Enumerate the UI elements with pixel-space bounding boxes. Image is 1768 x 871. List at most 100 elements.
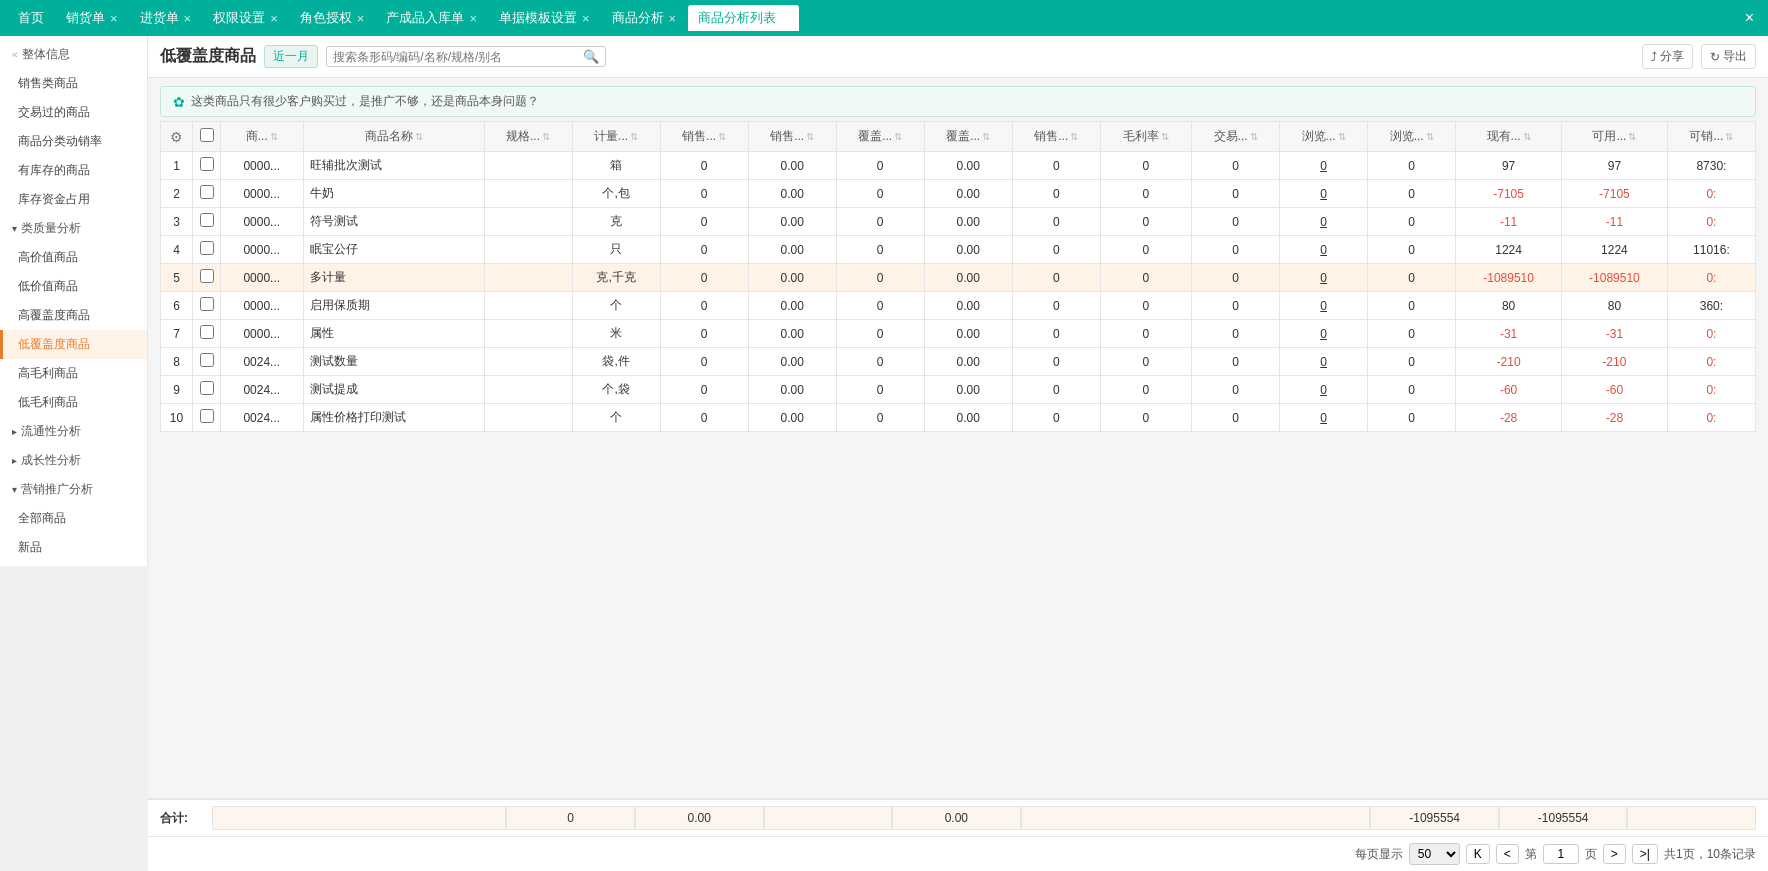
view1-link[interactable]: 0 xyxy=(1320,215,1327,229)
row-checkbox[interactable] xyxy=(200,269,214,283)
search-input[interactable] xyxy=(333,50,583,64)
close-purchase-tab[interactable]: × xyxy=(184,11,192,26)
row-checkbox[interactable] xyxy=(200,213,214,227)
table-container[interactable]: ⚙ 商...⇅ 商品名称⇅ 规格...⇅ 计量...⇅ 销售...⇅ 销售...… xyxy=(160,121,1756,798)
nav-home[interactable]: 首页 xyxy=(8,5,54,31)
nav-permission[interactable]: 权限设置× xyxy=(203,5,288,31)
first-page-btn[interactable]: K xyxy=(1466,844,1490,864)
sidebar-item-new-goods[interactable]: 新品 xyxy=(0,533,147,562)
cell-view1[interactable]: 0 xyxy=(1280,208,1368,236)
view1-link[interactable]: 0 xyxy=(1320,299,1327,313)
sidebar-item-inventory-capital[interactable]: 库存资金占用 xyxy=(0,185,147,214)
prev-page-btn[interactable]: < xyxy=(1496,844,1519,864)
cell-view1[interactable]: 0 xyxy=(1280,264,1368,292)
cell-checkbox[interactable] xyxy=(193,376,221,404)
next-page-btn[interactable]: > xyxy=(1603,844,1626,864)
sidebar-item-high-value[interactable]: 高价值商品 xyxy=(0,243,147,272)
sidebar-flow-section[interactable]: ▸ 流通性分析 xyxy=(0,417,147,446)
cell-checkbox[interactable] xyxy=(193,152,221,180)
view1-link[interactable]: 0 xyxy=(1320,271,1327,285)
cell-view1[interactable]: 0 xyxy=(1280,152,1368,180)
sidebar-item-category-rate[interactable]: 商品分类动销率 xyxy=(0,127,147,156)
cell-checkbox[interactable] xyxy=(193,180,221,208)
sidebar-quality-section[interactable]: ▾ 类质量分析 xyxy=(0,214,147,243)
sidebar-item-low-coverage[interactable]: 低覆盖度商品 xyxy=(0,330,147,359)
cell-checkbox[interactable] xyxy=(193,320,221,348)
close-all-tabs[interactable]: × xyxy=(1739,9,1760,27)
export-btn[interactable]: ↻ 导出 xyxy=(1701,44,1756,69)
view1-link[interactable]: 0 xyxy=(1320,411,1327,425)
row-checkbox[interactable] xyxy=(200,297,214,311)
nav-sales[interactable]: 销货单× xyxy=(56,5,128,31)
close-goods-analysis-tab[interactable]: × xyxy=(669,11,677,26)
cell-checkbox[interactable] xyxy=(193,208,221,236)
col-settings[interactable]: ⚙ xyxy=(161,122,193,152)
row-checkbox[interactable] xyxy=(200,381,214,395)
nav-goods-analysis[interactable]: 商品分析× xyxy=(602,5,687,31)
cell-code: 0000... xyxy=(221,320,304,348)
close-role-tab[interactable]: × xyxy=(357,11,365,26)
cell-view1[interactable]: 0 xyxy=(1280,320,1368,348)
close-permission-tab[interactable]: × xyxy=(270,11,278,26)
nav-finished-goods[interactable]: 产成品入库单× xyxy=(376,5,487,31)
row-checkbox[interactable] xyxy=(200,409,214,423)
sidebar-overall-section[interactable]: « 整体信息 xyxy=(0,40,147,69)
total-stock1: -1095554 xyxy=(1370,806,1499,830)
close-goods-list-tab[interactable]: × xyxy=(781,11,789,26)
sidebar-item-low-profit[interactable]: 低毛利商品 xyxy=(0,388,147,417)
page-size-select[interactable]: 50 20 100 xyxy=(1409,843,1460,865)
view1-link[interactable]: 0 xyxy=(1320,327,1327,341)
nav-goods-analysis-list[interactable]: 商品分析列表× xyxy=(688,5,799,31)
row-checkbox[interactable] xyxy=(200,353,214,367)
date-filter-btn[interactable]: 近一月 xyxy=(264,45,318,68)
cell-stock3: 0: xyxy=(1667,180,1755,208)
sidebar-item-low-value[interactable]: 低价值商品 xyxy=(0,272,147,301)
nav-purchase[interactable]: 进货单× xyxy=(130,5,202,31)
sidebar-marketing-section[interactable]: ▾ 营销推广分析 xyxy=(0,475,147,504)
view1-link[interactable]: 0 xyxy=(1320,187,1327,201)
sidebar-item-sales-goods[interactable]: 销售类商品 xyxy=(0,69,147,98)
sidebar-item-high-coverage[interactable]: 高覆盖度商品 xyxy=(0,301,147,330)
cell-checkbox[interactable] xyxy=(193,292,221,320)
view1-link[interactable]: 0 xyxy=(1320,355,1327,369)
last-page-btn[interactable]: >| xyxy=(1632,844,1658,864)
cell-unit: 个,包 xyxy=(572,180,660,208)
nav-role[interactable]: 角色授权× xyxy=(290,5,375,31)
view1-link[interactable]: 0 xyxy=(1320,159,1327,173)
view1-link[interactable]: 0 xyxy=(1320,383,1327,397)
settings-icon[interactable]: ⚙ xyxy=(170,129,183,145)
cell-view1[interactable]: 0 xyxy=(1280,404,1368,432)
row-checkbox[interactable] xyxy=(200,325,214,339)
view1-link[interactable]: 0 xyxy=(1320,243,1327,257)
share-btn[interactable]: ⤴ 分享 xyxy=(1642,44,1693,69)
cell-view1[interactable]: 0 xyxy=(1280,236,1368,264)
row-checkbox[interactable] xyxy=(200,185,214,199)
row-checkbox[interactable] xyxy=(200,241,214,255)
close-finished-tab[interactable]: × xyxy=(469,11,477,26)
sidebar-item-high-profit[interactable]: 高毛利商品 xyxy=(0,359,147,388)
cell-view1[interactable]: 0 xyxy=(1280,348,1368,376)
sidebar-growth-section[interactable]: ▸ 成长性分析 xyxy=(0,446,147,475)
cell-trade: 0 xyxy=(1192,236,1280,264)
current-page-input[interactable] xyxy=(1543,844,1579,864)
cell-checkbox[interactable] xyxy=(193,264,221,292)
row-checkbox[interactable] xyxy=(200,157,214,171)
close-sales-tab[interactable]: × xyxy=(110,11,118,26)
cell-view1[interactable]: 0 xyxy=(1280,376,1368,404)
cell-stock3: 8730: xyxy=(1667,152,1755,180)
cell-checkbox[interactable] xyxy=(193,404,221,432)
cell-view1[interactable]: 0 xyxy=(1280,292,1368,320)
cell-checkbox[interactable] xyxy=(193,348,221,376)
close-template-tab[interactable]: × xyxy=(582,11,590,26)
sidebar-item-stocked-goods[interactable]: 有库存的商品 xyxy=(0,156,147,185)
page-title: 低覆盖度商品 xyxy=(160,46,256,67)
cell-profit: 0 xyxy=(1100,404,1191,432)
cell-view1[interactable]: 0 xyxy=(1280,180,1368,208)
cell-view2: 0 xyxy=(1368,376,1456,404)
cell-checkbox[interactable] xyxy=(193,236,221,264)
select-all-checkbox[interactable] xyxy=(200,128,214,142)
cell-unit: 袋,件 xyxy=(572,348,660,376)
sidebar-item-traded-goods[interactable]: 交易过的商品 xyxy=(0,98,147,127)
nav-template[interactable]: 单据模板设置× xyxy=(489,5,600,31)
sidebar-item-all-goods[interactable]: 全部商品 xyxy=(0,504,147,533)
